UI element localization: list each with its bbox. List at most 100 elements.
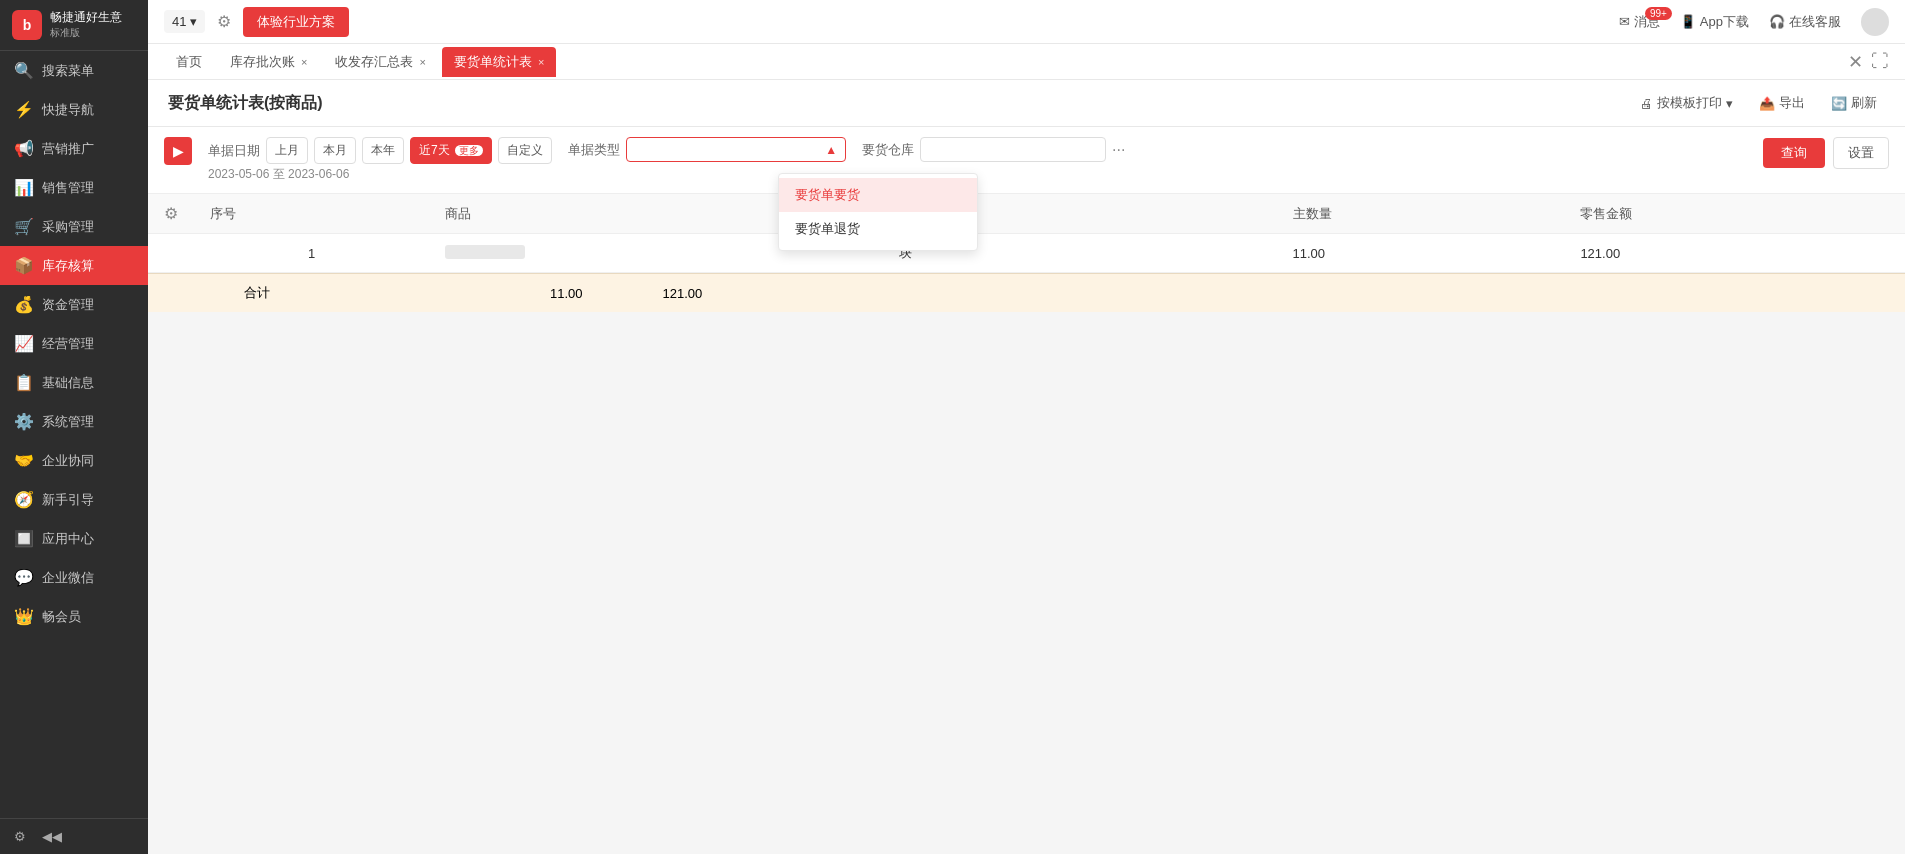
sidebar-item-member[interactable]: 👑 畅会员: [0, 597, 148, 636]
sidebar-item-finance[interactable]: 💰 资金管理: [0, 285, 148, 324]
sidebar-item-operations[interactable]: 📈 经营管理: [0, 324, 148, 363]
query-btn[interactable]: 查询: [1763, 138, 1825, 168]
guide-icon: 🧭: [14, 490, 34, 509]
store-dropdown-icon: ▾: [190, 14, 197, 29]
sidebar-item-quick-nav[interactable]: ⚡ 快捷导航: [0, 90, 148, 129]
sidebar: b 畅捷通好生意 标准版 🔍 搜索菜单 ⚡ 快捷导航 📢 营销推广 📊 销售管理…: [0, 0, 148, 854]
row-sales-amount: 121.00: [1564, 234, 1905, 273]
messages-count: 99+: [1645, 7, 1672, 20]
sidebar-item-guide[interactable]: 🧭 新手引导: [0, 480, 148, 519]
refresh-btn[interactable]: 🔄 刷新: [1823, 90, 1885, 116]
date-cur-year-btn[interactable]: 本年: [362, 137, 404, 164]
sidebar-item-purchase[interactable]: 🛒 采购管理: [0, 207, 148, 246]
system-icon: ⚙️: [14, 412, 34, 431]
tab-order-stats-label: 要货单统计表: [454, 53, 532, 71]
filter-expand-btn[interactable]: ▶: [164, 137, 192, 165]
export-label: 导出: [1779, 94, 1805, 112]
set-btn[interactable]: 设置: [1833, 137, 1889, 169]
table-header-row: ⚙ 序号 商品 主计量单位 主数量 零售金额: [148, 194, 1905, 234]
sidebar-label-basic: 基础信息: [42, 374, 94, 392]
service-icon: 🎧: [1769, 14, 1785, 29]
print-dropdown-icon: ▾: [1726, 96, 1733, 111]
sidebar-item-enterprise[interactable]: 🤝 企业协同: [0, 441, 148, 480]
date-week-btn[interactable]: 近7天 更多: [410, 137, 492, 164]
sidebar-label-marketing: 营销推广: [42, 140, 94, 158]
date-buttons: 单据日期 上月 本月 本年 近7天 更多 自定义: [208, 137, 552, 164]
messages-btn[interactable]: ✉ 消息 99+: [1619, 13, 1660, 31]
tab-receivable-summary[interactable]: 收发存汇总表 ×: [323, 47, 437, 77]
footer-label: 合计: [244, 284, 270, 302]
sidebar-settings-btn[interactable]: ⚙: [14, 829, 26, 844]
export-btn[interactable]: 📤 导出: [1751, 90, 1813, 116]
print-template-btn[interactable]: 🖨 按模板打印 ▾: [1632, 90, 1741, 116]
export-icon: 📤: [1759, 96, 1775, 111]
sidebar-collapse-btn[interactable]: ◀◀: [42, 829, 62, 844]
sidebar-bottom: ⚙ ◀◀: [0, 818, 148, 854]
row-quantity: 11.00: [1277, 234, 1565, 273]
app-download-btn[interactable]: 📱 App下载: [1680, 13, 1749, 31]
wechat-icon: 💬: [14, 568, 34, 587]
industry-btn[interactable]: 体验行业方案: [243, 7, 349, 37]
table-settings-icon[interactable]: ⚙: [164, 205, 178, 222]
sidebar-item-sales[interactable]: 📊 销售管理: [0, 168, 148, 207]
store-selector[interactable]: 41 ▾: [164, 10, 205, 33]
sales-icon: 📊: [14, 178, 34, 197]
enterprise-icon: 🤝: [14, 451, 34, 470]
table-col-quantity: 主数量: [1277, 194, 1565, 234]
user-avatar[interactable]: [1861, 8, 1889, 36]
top-header: 41 ▾ ⚙ 体验行业方案 ✉ 消息 99+ 📱 App下载 🎧 在线客服: [148, 0, 1905, 44]
page-actions: 🖨 按模板打印 ▾ 📤 导出 🔄 刷新: [1632, 90, 1885, 116]
refresh-icon: 🔄: [1831, 96, 1847, 111]
dropdown-item-order-goods[interactable]: 要货单要货: [779, 178, 977, 212]
operations-icon: 📈: [14, 334, 34, 353]
warehouse-filter-group: 要货仓库 ···: [862, 137, 1125, 162]
sidebar-label-inventory: 库存核算: [42, 257, 94, 275]
online-service-label: 在线客服: [1789, 13, 1841, 31]
tabs-bar: 首页 库存批次账 × 收发存汇总表 × 要货单统计表 × ✕ ⛶: [148, 44, 1905, 80]
sidebar-item-wechat[interactable]: 💬 企业微信: [0, 558, 148, 597]
date-prev-month-btn[interactable]: 上月: [266, 137, 308, 164]
sidebar-item-search[interactable]: 🔍 搜索菜单: [0, 51, 148, 90]
type-label: 单据类型: [568, 141, 620, 159]
basic-icon: 📋: [14, 373, 34, 392]
page-title: 要货单统计表(按商品): [168, 93, 323, 114]
tab-maximize-icon[interactable]: ⛶: [1871, 51, 1889, 72]
tab-inventory-batch-close[interactable]: ×: [301, 56, 307, 68]
tab-inventory-batch[interactable]: 库存批次账 ×: [218, 47, 319, 77]
purchase-icon: 🛒: [14, 217, 34, 236]
dropdown-item-order-return[interactable]: 要货单退货: [779, 212, 977, 246]
sidebar-item-inventory[interactable]: 📦 库存核算: [0, 246, 148, 285]
tab-home[interactable]: 首页: [164, 47, 214, 77]
date-cur-month-btn[interactable]: 本月: [314, 137, 356, 164]
data-table: ⚙ 序号 商品 主计量单位 主数量 零售金额 1: [148, 194, 1905, 273]
type-dropdown-menu: 要货单要货 要货单退货: [778, 173, 978, 251]
date-filter-group: 单据日期 上月 本月 本年 近7天 更多 自定义 2023-05-06 至 20…: [208, 137, 552, 183]
tab-close-all-icon[interactable]: ✕: [1848, 51, 1863, 73]
sidebar-label-system: 系统管理: [42, 413, 94, 431]
app-download-label: App下载: [1700, 13, 1749, 31]
type-dropdown[interactable]: ▲: [626, 137, 846, 162]
sidebar-item-system[interactable]: ⚙️ 系统管理: [0, 402, 148, 441]
print-template-label: 按模板打印: [1657, 94, 1722, 112]
search-icon: 🔍: [14, 61, 34, 80]
message-icon: ✉: [1619, 14, 1630, 29]
online-service-btn[interactable]: 🎧 在线客服: [1769, 13, 1841, 31]
date-custom-btn[interactable]: 自定义: [498, 137, 552, 164]
sidebar-item-apps[interactable]: 🔲 应用中心: [0, 519, 148, 558]
sidebar-label-wechat: 企业微信: [42, 569, 94, 587]
tab-order-stats[interactable]: 要货单统计表 ×: [442, 47, 556, 77]
sidebar-item-basic[interactable]: 📋 基础信息: [0, 363, 148, 402]
warehouse-more-icon[interactable]: ···: [1112, 141, 1125, 159]
sidebar-item-marketing[interactable]: 📢 营销推广: [0, 129, 148, 168]
sidebar-label-search: 搜索菜单: [42, 62, 94, 80]
gear-settings-icon[interactable]: ⚙: [217, 12, 231, 31]
tab-receivable-summary-close[interactable]: ×: [419, 56, 425, 68]
table-col-settings[interactable]: ⚙: [148, 194, 194, 234]
tab-home-label: 首页: [176, 53, 202, 71]
tab-order-stats-close[interactable]: ×: [538, 56, 544, 68]
apps-icon: 🔲: [14, 529, 34, 548]
tab-receivable-summary-label: 收发存汇总表: [335, 53, 413, 71]
warehouse-input[interactable]: [920, 137, 1106, 162]
product-placeholder: [445, 245, 525, 259]
table-col-index: 序号: [194, 194, 429, 234]
